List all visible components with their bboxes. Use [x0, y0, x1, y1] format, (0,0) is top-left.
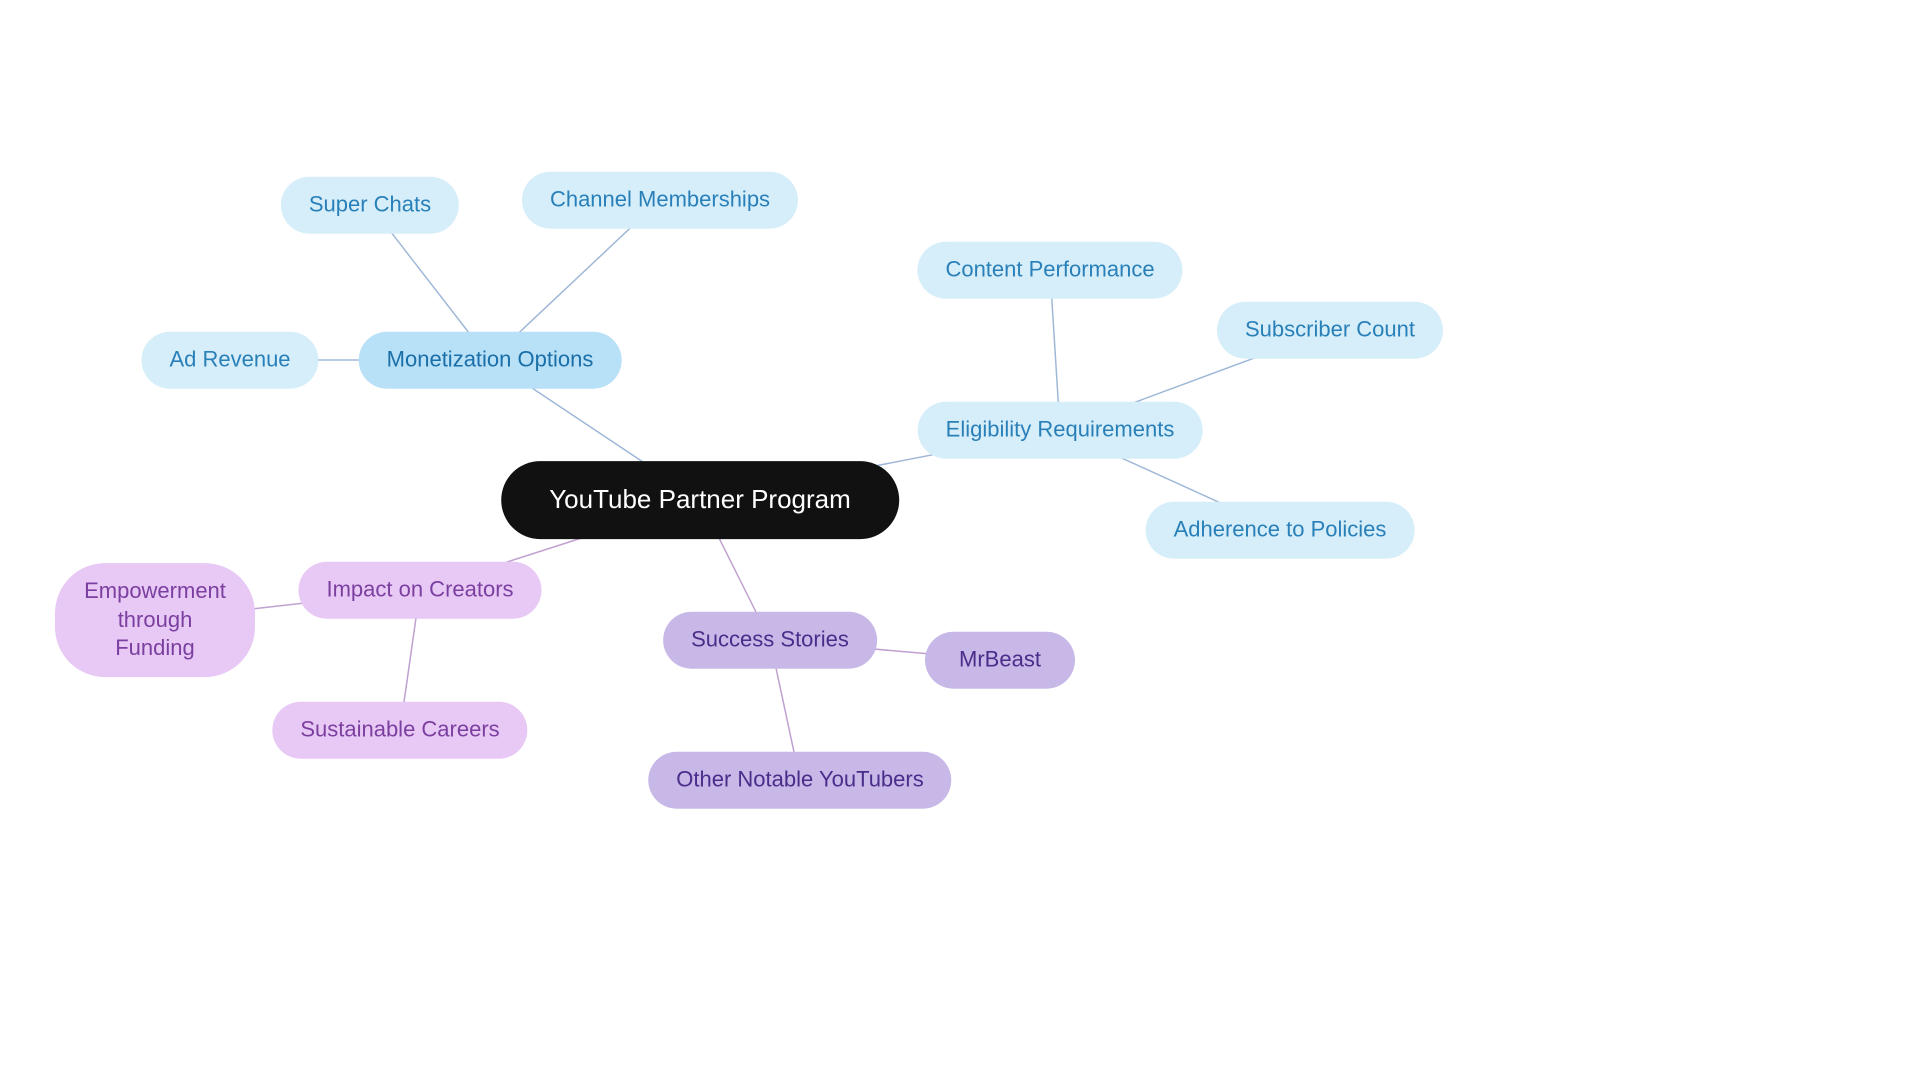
connections-svg: [0, 0, 1920, 1083]
node-adherence[interactable]: Adherence to Policies: [1146, 502, 1415, 559]
node-contentPerformance[interactable]: Content Performance: [917, 242, 1182, 299]
node-successStories[interactable]: Success Stories: [663, 612, 877, 669]
node-superChats[interactable]: Super Chats: [281, 177, 459, 234]
node-sustainableCareers[interactable]: Sustainable Careers: [272, 702, 527, 759]
node-mrBeast[interactable]: MrBeast: [925, 632, 1075, 689]
node-otherYouTubers[interactable]: Other Notable YouTubers: [648, 752, 951, 809]
mindmap-container: YouTube Partner Program Monetization Opti…: [0, 0, 1920, 1083]
node-center[interactable]: YouTube Partner Program: [501, 461, 899, 539]
node-empowerment[interactable]: Empowerment through Funding: [55, 563, 255, 677]
node-eligibility[interactable]: Eligibility Requirements: [918, 402, 1203, 459]
node-impactOnCreators[interactable]: Impact on Creators: [298, 562, 541, 619]
node-monetization[interactable]: Monetization Options: [359, 332, 622, 389]
node-adRevenue[interactable]: Ad Revenue: [141, 332, 318, 389]
node-subscriberCount[interactable]: Subscriber Count: [1217, 302, 1443, 359]
node-channelMemberships[interactable]: Channel Memberships: [522, 172, 798, 229]
